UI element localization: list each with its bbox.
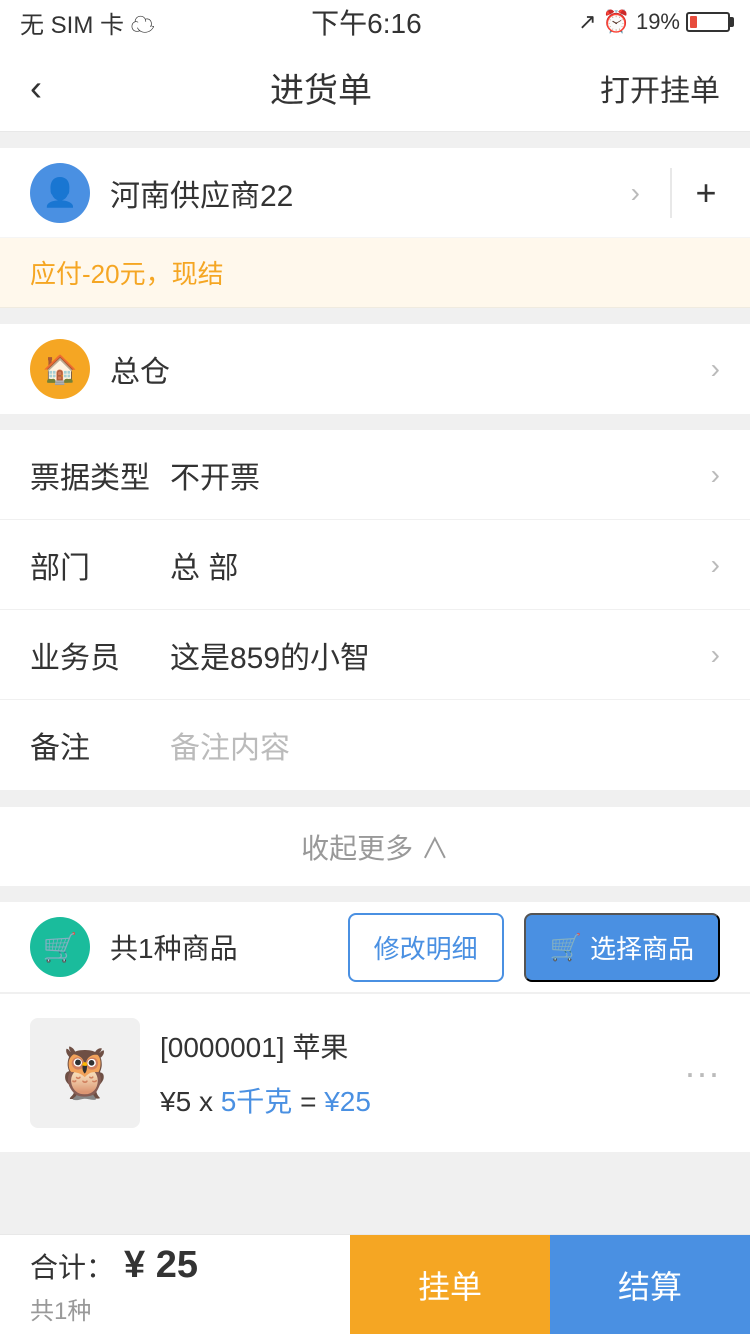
salesperson-row[interactable]: 业务员 这是859的小智 ›	[0, 610, 750, 700]
supplier-name: 河南供应商22	[110, 171, 631, 215]
total-amount: ¥ 25	[124, 1244, 198, 1287]
subtotal: ¥25	[324, 1086, 371, 1117]
warehouse-arrow-icon: ›	[711, 353, 720, 385]
footer-bar: 合计： ¥ 25 共1种 挂单 结算	[0, 1234, 750, 1334]
battery-icon	[686, 12, 730, 32]
product-more-button[interactable]: ···	[684, 1052, 720, 1094]
avatar-icon: 👤	[43, 176, 78, 209]
salesperson-arrow-icon: ›	[711, 639, 720, 671]
total-label: 合计：	[30, 1246, 114, 1286]
cart-icon: 🛒	[43, 931, 78, 964]
sim-text: 无 SIM 卡 ☁	[20, 5, 155, 40]
status-right: ↗ ⏰ 19%	[578, 9, 730, 35]
footer-total: 合计： ¥ 25 共1种	[0, 1244, 350, 1326]
total-sub: 共1种	[30, 1291, 320, 1326]
back-button[interactable]: ‹	[30, 67, 42, 109]
warehouse-section[interactable]: 🏠 总仓 ›	[0, 324, 750, 414]
select-product-button[interactable]: 🛒 选择商品	[524, 913, 720, 982]
product-price: ¥5 x 5千克 = ¥25	[160, 1080, 664, 1120]
product-id: [0000001]	[160, 1032, 285, 1063]
salesperson-label: 业务员	[30, 633, 160, 677]
products-header: 🛒 共1种商品 修改明细 🛒 选择商品	[0, 902, 750, 992]
unit-price: ¥5	[160, 1086, 191, 1117]
pending-label: 挂单	[418, 1262, 482, 1308]
supplier-arrow-icon: ›	[631, 177, 640, 209]
checkout-button[interactable]: 结算	[550, 1235, 750, 1334]
pending-button[interactable]: 挂单	[350, 1235, 550, 1334]
location-icon: ↗	[578, 9, 596, 35]
supplier-section: 👤 河南供应商22 › +	[0, 148, 750, 238]
product-title: 苹果	[292, 1032, 348, 1063]
remark-row[interactable]: 备注 备注内容	[0, 700, 750, 790]
invoice-type-arrow-icon: ›	[711, 459, 720, 491]
invoice-type-value: 不开票	[170, 453, 711, 497]
payment-hint: 应付-20元，现结	[0, 238, 750, 308]
collapse-row[interactable]: 收起更多 ∧	[0, 806, 750, 886]
multiply-sign: x	[199, 1086, 221, 1117]
product-thumbnail: 🦉	[30, 1018, 140, 1128]
edit-detail-button[interactable]: 修改明细	[348, 913, 504, 982]
status-left: 无 SIM 卡 ☁	[20, 5, 155, 40]
alarm-icon: ⏰	[603, 9, 630, 35]
status-bar: 无 SIM 卡 ☁ 下午6:16 ↗ ⏰ 19%	[0, 0, 750, 44]
quantity: 5千克	[221, 1086, 293, 1117]
invoice-type-row[interactable]: 票据类型 不开票 ›	[0, 430, 750, 520]
product-thumb-icon: 🦉	[54, 1044, 116, 1103]
status-time: 下午6:16	[311, 2, 422, 42]
department-row[interactable]: 部门 总 部 ›	[0, 520, 750, 610]
product-item: 🦉 [0000001] 苹果 ¥5 x 5千克 = ¥25 ···	[0, 994, 750, 1152]
product-name: [0000001] 苹果	[160, 1026, 664, 1066]
salesperson-value: 这是859的小智	[170, 633, 711, 677]
open-pending-button[interactable]: 打开挂单	[600, 66, 720, 110]
checkout-label: 结算	[618, 1262, 682, 1308]
department-label: 部门	[30, 543, 160, 587]
page-title: 进货单	[270, 63, 372, 112]
battery-text: 19%	[636, 9, 680, 35]
collapse-text: 收起更多 ∧	[301, 827, 449, 867]
invoice-type-label: 票据类型	[30, 453, 160, 497]
products-icon: 🛒	[30, 917, 90, 977]
nav-bar: ‹ 进货单 打开挂单	[0, 44, 750, 132]
warehouse-icon: 🏠	[30, 339, 90, 399]
products-count: 共1种商品	[110, 927, 328, 967]
supplier-avatar: 👤	[30, 163, 90, 223]
form-section: 票据类型 不开票 › 部门 总 部 › 业务员 这是859的小智 › 备注 备注…	[0, 430, 750, 790]
department-arrow-icon: ›	[711, 549, 720, 581]
remark-input[interactable]: 备注内容	[170, 723, 720, 767]
section-gap-1	[0, 132, 750, 148]
add-supplier-button[interactable]: +	[670, 168, 720, 218]
product-info: [0000001] 苹果 ¥5 x 5千克 = ¥25	[160, 1026, 664, 1120]
department-value: 总 部	[170, 543, 711, 587]
select-product-label: 选择商品	[590, 929, 694, 966]
equals-sign: =	[300, 1086, 324, 1117]
remark-label: 备注	[30, 723, 160, 767]
warehouse-name: 总仓	[110, 347, 711, 391]
select-product-icon: 🛒	[550, 932, 582, 963]
